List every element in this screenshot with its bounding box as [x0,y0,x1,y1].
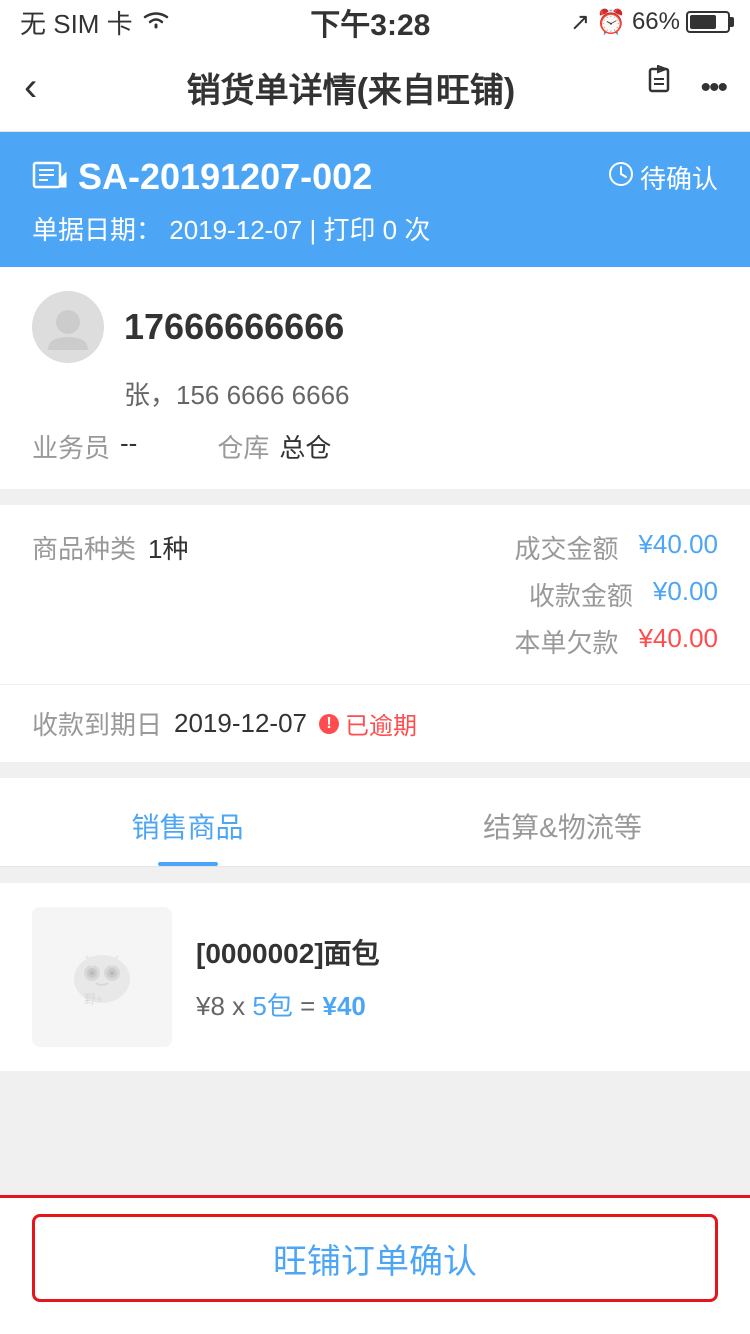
tabs: 销售商品 结算&物流等 [0,778,750,867]
status-time: 下午3:28 [310,0,430,44]
svg-text:野+: 野+ [84,992,103,1006]
order-header: SA-20191207-002 待确认 单据日期： 2019-12-07 | 打… [0,132,750,267]
order-number: SA-20191207-002 [32,156,372,198]
owed-value: ¥40.00 [638,623,718,660]
alarm-icon: ⏰ [596,8,626,37]
page-title: 销货单详情(来自旺铺) [57,63,644,112]
order-icon [32,156,68,198]
customer-top: 17666666666 [32,291,718,363]
overdue-dot-icon: ! [319,714,339,734]
clock-icon [608,161,634,194]
amount-row-2: 收款金额 ¥0.00 [529,576,718,613]
owed-label: 本单欠款 [514,623,618,660]
summary-section: 商品种类 1种 成交金额 ¥40.00 收款金额 ¥0.00 本单欠款 ¥40.… [0,505,750,685]
sales-value: -- [120,428,137,465]
tab-settlement[interactable]: 结算&物流等 [375,778,750,866]
order-header-top: SA-20191207-002 待确认 [32,156,718,198]
customer-meta: 业务员 -- 仓库 总仓 [32,428,718,465]
carrier-text: 无 SIM 卡 [20,4,133,41]
nav-bar: ‹ 销货单详情(来自旺铺) ••• [0,44,750,132]
location-icon: ↗ [570,8,590,37]
summary-row: 商品种类 1种 成交金额 ¥40.00 收款金额 ¥0.00 本单欠款 ¥40.… [32,529,718,660]
summary-left: 商品种类 1种 [32,529,188,566]
amount-row-1: 成交金额 ¥40.00 [514,529,718,566]
product-card: 野+ [0000002]面包 ¥8 x 5包 = ¥40 [0,883,750,1071]
amount-value: ¥40.00 [638,529,718,566]
equals-text: = [293,991,323,1021]
product-type-label: 商品种类 [32,529,136,566]
confirm-order-button[interactable]: 旺铺订单确认 [32,1214,718,1302]
tab-sales-products[interactable]: 销售商品 [0,778,375,866]
customer-name: 张，156 6666 6666 [32,375,718,412]
warehouse-value: 总仓 [279,428,331,465]
product-image: 野+ [32,907,172,1047]
price-text: ¥8 x [196,991,252,1021]
amount-row-3: 本单欠款 ¥40.00 [514,623,718,660]
back-button[interactable]: ‹ [24,65,57,110]
warehouse-label: 仓库 [217,428,269,465]
received-value: ¥0.00 [653,576,718,613]
summary-right: 成交金额 ¥40.00 收款金额 ¥0.00 本单欠款 ¥40.00 [514,529,718,660]
status-right: ↗ ⏰ 66% [570,8,730,37]
order-status: 待确认 [608,159,718,196]
product-info: [0000002]面包 ¥8 x 5包 = ¥40 [196,932,718,1023]
status-bar: 无 SIM 卡 下午3:28 ↗ ⏰ 66% [0,0,750,44]
wifi-icon [141,7,171,38]
overdue-badge: ! 已逾期 [319,706,417,741]
status-left: 无 SIM 卡 [20,4,171,41]
product-qty: 5包 [252,991,292,1021]
sales-label: 业务员 [32,428,110,465]
product-name: [0000002]面包 [196,932,718,972]
more-icon[interactable]: ••• [700,71,726,105]
battery-percent: 66% [632,8,680,36]
customer-phone: 17666666666 [124,306,344,348]
due-date-value: 2019-12-07 [174,708,307,739]
sales-item: 业务员 -- [32,428,137,465]
bottom-bar: 旺铺订单确认 [0,1195,750,1334]
product-total: ¥40 [322,991,365,1021]
nav-actions: ••• [644,65,726,110]
product-price: ¥8 x 5包 = ¥40 [196,986,718,1023]
amount-label: 成交金额 [514,529,618,566]
avatar [32,291,104,363]
due-date-section: 收款到期日 2019-12-07 ! 已逾期 [0,685,750,762]
share-icon[interactable] [644,65,680,110]
customer-card: 17666666666 张，156 6666 6666 业务员 -- 仓库 总仓 [0,267,750,489]
due-date-label: 收款到期日 [32,705,162,742]
order-date-line: 单据日期： 2019-12-07 | 打印 0 次 [32,210,718,247]
overdue-text: 已逾期 [345,706,417,741]
product-type-value: 1种 [148,529,188,566]
battery-icon [686,11,730,33]
warehouse-item: 仓库 总仓 [217,428,331,465]
received-label: 收款金额 [529,576,633,613]
